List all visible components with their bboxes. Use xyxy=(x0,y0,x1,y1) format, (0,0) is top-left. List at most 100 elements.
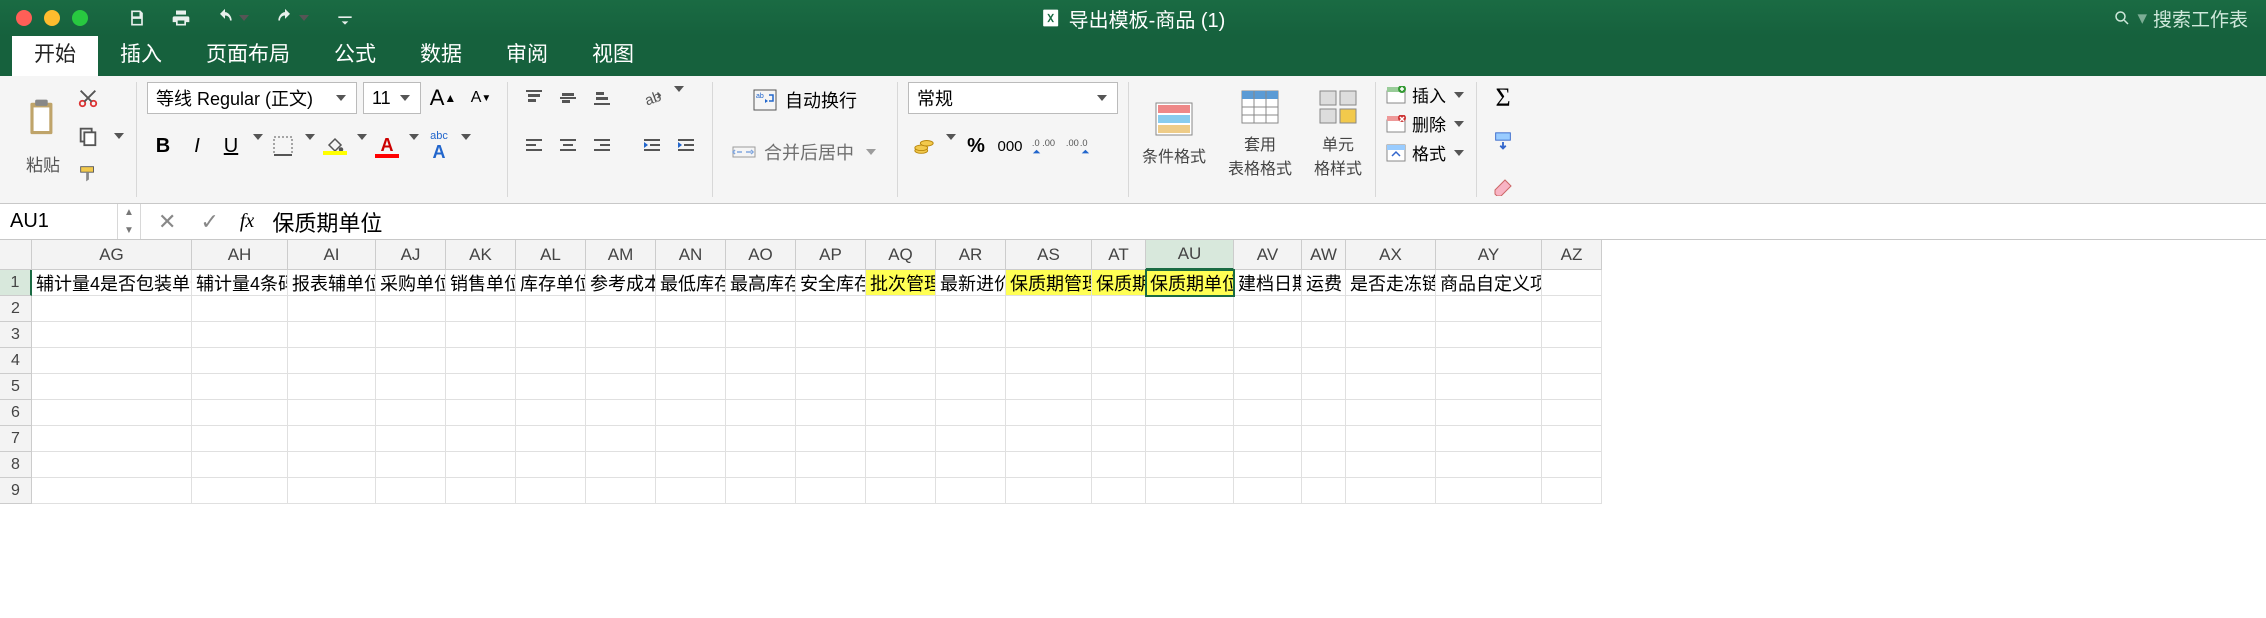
cell-AR2[interactable] xyxy=(936,296,1006,322)
cell-AU4[interactable] xyxy=(1146,348,1234,374)
cell-AN4[interactable] xyxy=(656,348,726,374)
cell-AN6[interactable] xyxy=(656,400,726,426)
cell-AS3[interactable] xyxy=(1006,322,1092,348)
cell-AL8[interactable] xyxy=(516,452,586,478)
comma-button[interactable]: 000 xyxy=(994,130,1026,162)
paste-button[interactable] xyxy=(20,95,66,145)
cell-AY6[interactable] xyxy=(1436,400,1542,426)
italic-button[interactable]: I xyxy=(181,130,213,162)
conditional-format-button[interactable]: 条件格式 xyxy=(1139,94,1209,170)
cell-AW4[interactable] xyxy=(1302,348,1346,374)
cell-AH6[interactable] xyxy=(192,400,288,426)
cell-AJ8[interactable] xyxy=(376,452,446,478)
cell-AR6[interactable] xyxy=(936,400,1006,426)
cell-AG5[interactable] xyxy=(32,374,192,400)
cell-AV3[interactable] xyxy=(1234,322,1302,348)
minimize-window-button[interactable] xyxy=(44,10,60,26)
cell-AT8[interactable] xyxy=(1092,452,1146,478)
cell-AI3[interactable] xyxy=(288,322,376,348)
cell-AK6[interactable] xyxy=(446,400,516,426)
cell-AP3[interactable] xyxy=(796,322,866,348)
orientation-dropdown[interactable] xyxy=(672,82,686,96)
undo-button[interactable] xyxy=(212,5,254,31)
cell-AV7[interactable] xyxy=(1234,426,1302,452)
cell-AW8[interactable] xyxy=(1302,452,1346,478)
cell-AU5[interactable] xyxy=(1146,374,1234,400)
cell-AR8[interactable] xyxy=(936,452,1006,478)
row-header-8[interactable]: 8 xyxy=(0,452,32,478)
cell-AX6[interactable] xyxy=(1346,400,1436,426)
cell-AK8[interactable] xyxy=(446,452,516,478)
row-header-4[interactable]: 4 xyxy=(0,348,32,374)
decrease-indent-button[interactable] xyxy=(636,130,668,162)
cell-AG7[interactable] xyxy=(32,426,192,452)
cell-AQ2[interactable] xyxy=(866,296,936,322)
cell-AU3[interactable] xyxy=(1146,322,1234,348)
cell-AV2[interactable] xyxy=(1234,296,1302,322)
column-header-AP[interactable]: AP xyxy=(796,240,866,270)
cell-AM9[interactable] xyxy=(586,478,656,504)
cell-AU7[interactable] xyxy=(1146,426,1234,452)
paste-dropdown[interactable] xyxy=(112,129,126,143)
cell-AN7[interactable] xyxy=(656,426,726,452)
wrap-text-button[interactable]: ab 自动换行 xyxy=(723,82,887,118)
format-painter-button[interactable] xyxy=(72,158,104,190)
select-all-corner[interactable] xyxy=(0,240,32,270)
cell-AL6[interactable] xyxy=(516,400,586,426)
row-header-6[interactable]: 6 xyxy=(0,400,32,426)
cell-AH8[interactable] xyxy=(192,452,288,478)
cell-AQ4[interactable] xyxy=(866,348,936,374)
cell-AJ1[interactable]: 采购单位 xyxy=(376,270,446,296)
cell-AM7[interactable] xyxy=(586,426,656,452)
cell-AV6[interactable] xyxy=(1234,400,1302,426)
decrease-font-button[interactable]: A▼ xyxy=(465,82,497,114)
cell-AI9[interactable] xyxy=(288,478,376,504)
cell-AT3[interactable] xyxy=(1092,322,1146,348)
phonetic-button[interactable]: abcA xyxy=(423,130,455,162)
cell-AL3[interactable] xyxy=(516,322,586,348)
cell-AV4[interactable] xyxy=(1234,348,1302,374)
qat-customize-button[interactable] xyxy=(332,5,358,31)
cell-AK5[interactable] xyxy=(446,374,516,400)
cell-AM5[interactable] xyxy=(586,374,656,400)
cell-AL1[interactable]: 库存单位 xyxy=(516,270,586,296)
close-window-button[interactable] xyxy=(16,10,32,26)
column-header-AG[interactable]: AG xyxy=(32,240,192,270)
cell-AV9[interactable] xyxy=(1234,478,1302,504)
cell-AJ9[interactable] xyxy=(376,478,446,504)
cell-AR4[interactable] xyxy=(936,348,1006,374)
align-middle-button[interactable] xyxy=(552,82,584,114)
cell-AY7[interactable] xyxy=(1436,426,1542,452)
tab-review[interactable]: 审阅 xyxy=(484,30,570,76)
cell-AY2[interactable] xyxy=(1436,296,1542,322)
underline-button[interactable]: U xyxy=(215,130,247,162)
cell-AS1[interactable]: 保质期管理 xyxy=(1006,270,1092,296)
cell-AG9[interactable] xyxy=(32,478,192,504)
cell-AK4[interactable] xyxy=(446,348,516,374)
cell-AX2[interactable] xyxy=(1346,296,1436,322)
cell-AT4[interactable] xyxy=(1092,348,1146,374)
orientation-button[interactable]: ab xyxy=(636,82,668,114)
cell-AH7[interactable] xyxy=(192,426,288,452)
save-button[interactable] xyxy=(124,5,150,31)
cell-AS5[interactable] xyxy=(1006,374,1092,400)
cell-AR3[interactable] xyxy=(936,322,1006,348)
cell-AP6[interactable] xyxy=(796,400,866,426)
cell-AV8[interactable] xyxy=(1234,452,1302,478)
cell-AJ4[interactable] xyxy=(376,348,446,374)
merge-center-button[interactable]: 合并后居中 xyxy=(723,134,887,170)
row-header-2[interactable]: 2 xyxy=(0,296,32,322)
cell-AN8[interactable] xyxy=(656,452,726,478)
cell-AH2[interactable] xyxy=(192,296,288,322)
enter-formula-button[interactable]: ✓ xyxy=(197,206,221,238)
cell-AU9[interactable] xyxy=(1146,478,1234,504)
cell-AK7[interactable] xyxy=(446,426,516,452)
formula-input[interactable]: 保质期单位 xyxy=(272,206,382,238)
number-format-select[interactable]: 常规 xyxy=(908,82,1118,114)
cell-AQ6[interactable] xyxy=(866,400,936,426)
cell-AZ5[interactable] xyxy=(1542,374,1602,400)
cell-AT9[interactable] xyxy=(1092,478,1146,504)
tab-home[interactable]: 开始 xyxy=(12,30,98,76)
cell-AL7[interactable] xyxy=(516,426,586,452)
underline-dropdown[interactable] xyxy=(251,130,265,144)
